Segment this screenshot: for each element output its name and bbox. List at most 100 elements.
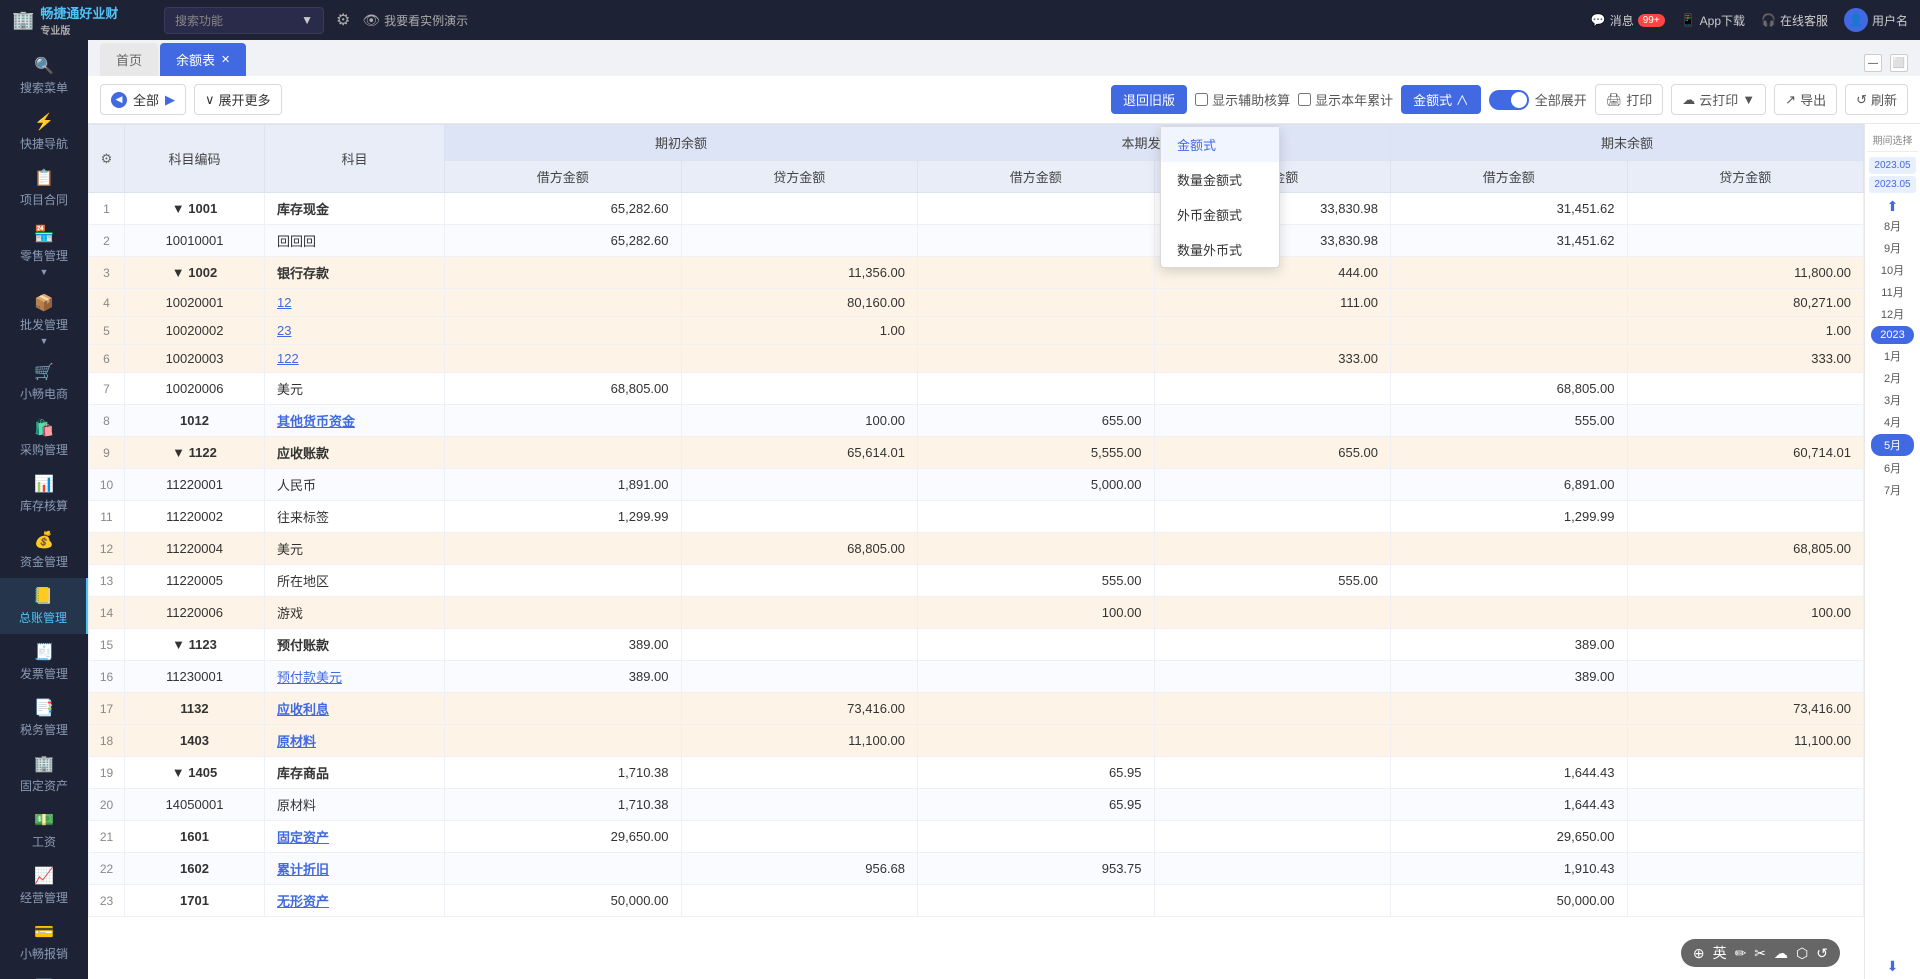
- message-badge: 99+: [1638, 14, 1665, 27]
- search-box[interactable]: 搜索功能 ▼: [164, 7, 324, 34]
- row-num: 15: [89, 629, 125, 661]
- account-name[interactable]: 12: [265, 289, 445, 317]
- period-month-4[interactable]: 4月: [1867, 411, 1918, 433]
- table-row: 19 ▼ 1405 库存商品 1,710.38 65.95 1,644.43: [89, 757, 1864, 789]
- table-row: 14 11220006 游戏 100.00 100.00: [89, 597, 1864, 629]
- period-month-7[interactable]: 7月: [1867, 479, 1918, 501]
- period-month-6[interactable]: 6月: [1867, 457, 1918, 479]
- period-arrow-up[interactable]: ⬆: [1867, 198, 1918, 215]
- row-num: 16: [89, 661, 125, 693]
- minimize-button[interactable]: —: [1864, 54, 1882, 72]
- show-ytd-checkbox[interactable]: 显示本年累计: [1298, 90, 1393, 109]
- maximize-button[interactable]: ⬜: [1890, 54, 1908, 72]
- dropdown-item-qty-foreign[interactable]: 数量外币式: [1161, 232, 1279, 267]
- account-name[interactable]: 无形资产: [265, 885, 445, 917]
- style-dropdown-menu: 金额式 数量金额式 外币金额式 数量外币式: [1160, 126, 1280, 268]
- account-name[interactable]: 固定资产: [265, 821, 445, 853]
- show-assist-checkbox[interactable]: 显示辅助核算: [1195, 90, 1290, 109]
- account-name[interactable]: 原材料: [265, 725, 445, 757]
- period-month-8[interactable]: 8月: [1867, 215, 1918, 237]
- all-filter-box[interactable]: ◀ 全部 ▶: [100, 84, 186, 115]
- invoice-icon: 🧾: [34, 642, 54, 662]
- sidebar-item-project[interactable]: 📋 项目合同: [0, 160, 88, 216]
- return-old-version-button[interactable]: 退回旧版: [1111, 85, 1187, 114]
- bottom-icon-1[interactable]: ⊕: [1693, 945, 1705, 962]
- opening-credit: [681, 193, 918, 225]
- bottom-icon-2[interactable]: 英: [1713, 943, 1727, 963]
- expand-more-button[interactable]: ∨ 展开更多: [194, 84, 282, 115]
- dropdown-item-foreign-amount[interactable]: 外币金额式: [1161, 197, 1279, 232]
- row-num: 7: [89, 373, 125, 405]
- period-month-2[interactable]: 2月: [1867, 367, 1918, 389]
- account-code: 10020003: [125, 345, 265, 373]
- account-name[interactable]: 23: [265, 317, 445, 345]
- current-debit: 655.00: [918, 405, 1155, 437]
- demo-link[interactable]: 👁 我要看实例演示: [362, 12, 468, 29]
- bottom-icon-7[interactable]: ↺: [1816, 945, 1828, 962]
- period-year-2023[interactable]: 2023: [1871, 326, 1914, 344]
- current-debit: [918, 533, 1155, 565]
- dropdown-item-qty-amount[interactable]: 数量金额式: [1161, 162, 1279, 197]
- sidebar-item-assets[interactable]: 🏢 固定资产: [0, 746, 88, 802]
- sidebar-item-quicknav[interactable]: ⚡ 快捷导航: [0, 104, 88, 160]
- period-month-3[interactable]: 3月: [1867, 389, 1918, 411]
- tab-balance[interactable]: 余额表 ✕: [160, 43, 246, 76]
- sidebar-item-ledger[interactable]: 📒 总账管理: [0, 578, 88, 634]
- period-month-10[interactable]: 10月: [1867, 259, 1918, 281]
- gear-icon[interactable]: ⚙: [336, 10, 350, 30]
- period-arrow-down[interactable]: ⬇: [1867, 958, 1918, 975]
- sidebar-item-purchase[interactable]: 🛍️ 采购管理: [0, 410, 88, 466]
- period-year2[interactable]: 2023.05: [1869, 176, 1916, 193]
- sidebar-item-wholesale[interactable]: 📦 批发管理 ▼: [0, 285, 88, 354]
- sidebar-item-finance[interactable]: 💰 资金管理: [0, 522, 88, 578]
- account-name[interactable]: 应收利息: [265, 693, 445, 725]
- toggle-expand-all[interactable]: 全部展开: [1489, 90, 1587, 110]
- wholesale-icon: 📦: [34, 293, 54, 313]
- closing-credit: [1627, 501, 1864, 533]
- tab-home[interactable]: 首页: [100, 43, 158, 76]
- period-month-1[interactable]: 1月: [1867, 345, 1918, 367]
- account-name[interactable]: 其他货币资金: [265, 405, 445, 437]
- sidebar-item-invoice[interactable]: 🧾 发票管理: [0, 634, 88, 690]
- bottom-icon-6[interactable]: ⬡: [1796, 945, 1808, 962]
- current-credit: [1154, 501, 1391, 533]
- sidebar-item-search[interactable]: 🔍 搜索菜单: [0, 48, 88, 104]
- opening-credit: 1.00: [681, 317, 918, 345]
- account-code: 1701: [125, 885, 265, 917]
- refresh-button[interactable]: ↺ 刷新: [1845, 84, 1908, 115]
- column-settings-icon[interactable]: ⚙: [101, 151, 113, 166]
- user-avatar[interactable]: 👤 用户名: [1844, 8, 1908, 32]
- cloud-print-button[interactable]: ☁ 云打印 ▼: [1671, 84, 1766, 115]
- account-name[interactable]: 预付款美元: [265, 661, 445, 693]
- period-year1[interactable]: 2023.05: [1869, 157, 1916, 174]
- sidebar-item-tax[interactable]: 📑 税务管理: [0, 690, 88, 746]
- sidebar-item-retail[interactable]: 🏪 零售管理 ▼: [0, 216, 88, 285]
- bottom-icon-3[interactable]: ✏: [1735, 945, 1747, 962]
- bottom-icon-4[interactable]: ✂: [1754, 945, 1766, 962]
- sidebar-item-operations[interactable]: 📈 经营管理: [0, 858, 88, 914]
- sidebar-item-reimbursement[interactable]: 💳 小畅报销: [0, 914, 88, 970]
- export-button[interactable]: ↗ 导出: [1774, 84, 1837, 115]
- sidebar-item-salary[interactable]: 💵 工资: [0, 802, 88, 858]
- account-name: 人民币: [265, 469, 445, 501]
- tab-close-icon[interactable]: ✕: [221, 53, 230, 66]
- sidebar-item-inventory[interactable]: 📊 库存核算: [0, 466, 88, 522]
- app-download-button[interactable]: 📱 App下载: [1681, 12, 1745, 29]
- bottom-icon-5[interactable]: ☁: [1774, 945, 1788, 962]
- print-button[interactable]: 🖨 打印: [1595, 84, 1664, 115]
- account-name[interactable]: 累计折旧: [265, 853, 445, 885]
- period-month-9[interactable]: 9月: [1867, 237, 1918, 259]
- style-dropdown-button[interactable]: 金额式 ∧: [1401, 85, 1481, 114]
- message-button[interactable]: 💬 消息 99+: [1591, 12, 1665, 29]
- sidebar-item-basic-info[interactable]: ℹ️ 基础信息: [0, 970, 88, 979]
- account-name[interactable]: 122: [265, 345, 445, 373]
- period-month-5[interactable]: 5月: [1871, 434, 1914, 456]
- period-month-11[interactable]: 11月: [1867, 281, 1918, 303]
- current-debit: [918, 317, 1155, 345]
- opening-debit: 1,710.38: [445, 757, 682, 789]
- online-service-button[interactable]: 🎧 在线客服: [1761, 12, 1828, 29]
- dropdown-item-amount[interactable]: 金额式: [1161, 127, 1279, 162]
- closing-debit: 29,650.00: [1391, 821, 1628, 853]
- period-month-12[interactable]: 12月: [1867, 303, 1918, 325]
- sidebar-item-ecommerce[interactable]: 🛒 小畅电商: [0, 354, 88, 410]
